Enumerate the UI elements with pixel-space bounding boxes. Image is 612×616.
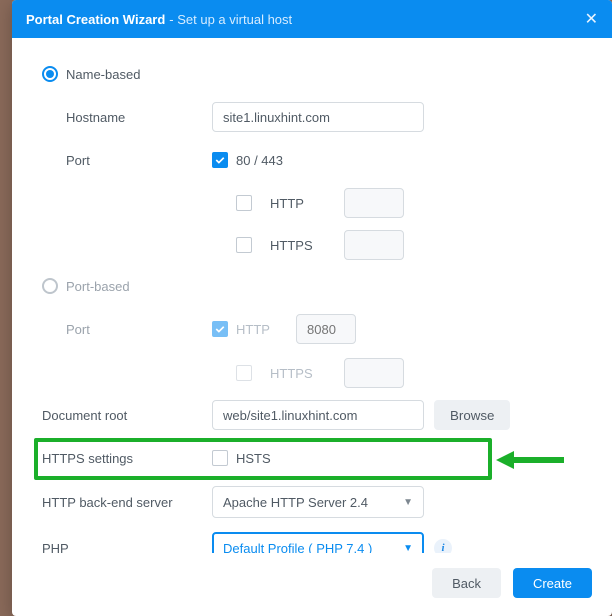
- chevron-down-icon: ▼: [403, 543, 413, 554]
- port-label: Port: [66, 153, 212, 168]
- backend-value: Apache HTTP Server 2.4: [223, 495, 403, 510]
- pb-http-checkbox: [212, 321, 228, 337]
- port-based-port-label: Port: [66, 322, 212, 337]
- hsts-checkbox[interactable]: [212, 450, 228, 466]
- https-checkbox[interactable]: [236, 237, 252, 253]
- hostname-input[interactable]: [212, 102, 424, 132]
- https-port-input[interactable]: [344, 230, 404, 260]
- document-root-label: Document root: [42, 408, 212, 423]
- radio-port-based[interactable]: [42, 278, 58, 294]
- pb-https-port-input: [344, 358, 404, 388]
- https-settings-label: HTTPS settings: [42, 451, 212, 466]
- dialog-subtitle: - Set up a virtual host: [169, 12, 292, 27]
- pb-http-port-input: [296, 314, 356, 344]
- https-label: HTTPS: [270, 238, 334, 253]
- close-icon[interactable]: ✕: [585, 9, 598, 29]
- http-port-input[interactable]: [344, 188, 404, 218]
- chevron-down-icon: ▼: [403, 497, 413, 508]
- http-label: HTTP: [270, 196, 334, 211]
- php-label: PHP: [42, 541, 212, 554]
- php-info-icon[interactable]: i: [434, 539, 452, 553]
- php-value: Default Profile ( PHP 7.4 ): [223, 541, 403, 554]
- dialog-body: Name-based Hostname Port 80 / 443 HTTP H…: [12, 38, 612, 553]
- backend-label: HTTP back-end server: [42, 495, 212, 510]
- dialog-title: Portal Creation Wizard: [26, 12, 165, 27]
- document-root-input[interactable]: [212, 400, 424, 430]
- port-based-option[interactable]: Port-based: [42, 272, 582, 300]
- name-based-label: Name-based: [66, 67, 140, 82]
- dialog-footer: Back Create: [12, 553, 612, 616]
- port-default-label: 80 / 443: [236, 153, 283, 168]
- name-based-option[interactable]: Name-based: [42, 60, 582, 88]
- pb-https-label: HTTPS: [270, 366, 334, 381]
- radio-name-based[interactable]: [42, 66, 58, 82]
- titlebar: Portal Creation Wizard - Set up a virtua…: [12, 0, 612, 38]
- hsts-label: HSTS: [236, 451, 271, 466]
- port-default-checkbox[interactable]: [212, 152, 228, 168]
- create-button[interactable]: Create: [513, 568, 592, 598]
- php-select[interactable]: Default Profile ( PHP 7.4 ) ▼: [212, 532, 424, 553]
- pb-https-checkbox: [236, 365, 252, 381]
- http-checkbox[interactable]: [236, 195, 252, 211]
- backend-select[interactable]: Apache HTTP Server 2.4 ▼: [212, 486, 424, 518]
- pb-http-label: HTTP: [236, 322, 296, 337]
- back-button[interactable]: Back: [432, 568, 501, 598]
- hostname-label: Hostname: [66, 110, 212, 125]
- port-based-label: Port-based: [66, 279, 130, 294]
- portal-creation-wizard-dialog: Portal Creation Wizard - Set up a virtua…: [12, 0, 612, 616]
- browse-button[interactable]: Browse: [434, 400, 510, 430]
